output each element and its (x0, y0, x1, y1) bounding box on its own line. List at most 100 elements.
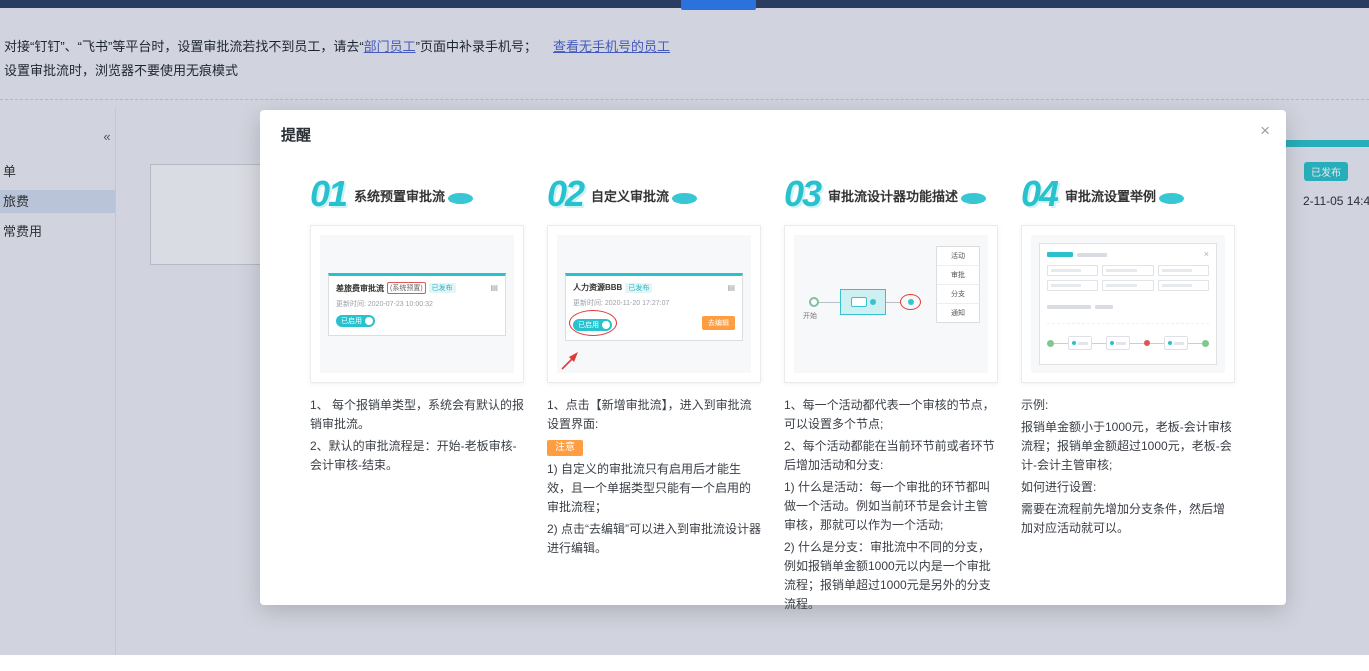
mini-close-icon: × (1203, 249, 1209, 259)
card-2-header: 02 自定义审批流 (547, 173, 761, 214)
note-badge: 注意 (547, 440, 583, 456)
mini-edit-button: 去编辑 (702, 316, 735, 330)
mini-approval-list-card: 人力资源BBB 已发布 ▤ 更新时间: 2020-11-20 17:27:07 … (565, 273, 743, 341)
mini-updated-time: 更新时间: 2020-11-20 17:27:07 (573, 300, 670, 307)
teal-blob-decoration (961, 193, 987, 204)
card-4-header: 04 审批流设置举例 (1021, 173, 1235, 214)
mini-settings-header: × (1047, 250, 1209, 259)
card-2-number: 02 (547, 173, 585, 214)
mini-flow-chart (1047, 323, 1209, 350)
mini-input-field (1102, 265, 1154, 276)
mini-input-field (1157, 265, 1209, 276)
flow-end-dot (1202, 339, 1209, 347)
card-2-title: 自定义审批流 (591, 189, 670, 204)
card-2-text: 1、点击【新增审批流】，进入到审批流设置界面: 注意 1) 自定义的审批流只有启… (547, 396, 761, 558)
connector-line (886, 302, 901, 303)
mini-published-badge: 已发布 (428, 283, 456, 293)
card-1-paragraph: 2、默认的审批流程是：开始-老板审核-会计审核-结束。 (310, 439, 517, 472)
card-4-text: 示例: 报销单金额小于1000元，老板-会计审核流程；报销单金额超过1000元，… (1021, 396, 1235, 538)
red-highlight-ring (900, 294, 921, 310)
bottom-strip (0, 655, 1369, 671)
mini-input-field (1047, 265, 1099, 276)
mini-title-bar (1047, 252, 1073, 257)
mini-flow-name: 差旅费审批流 (336, 283, 384, 293)
tutorial-card-3: 03 审批流设计器功能描述 开始 活动 审批 分支 通知 1、每一个活动都代表一… (784, 173, 998, 617)
mini-row-title: 人力资源BBB 已发布 ▤ (573, 282, 735, 293)
card-1-title: 系统预置审批流 (354, 189, 446, 204)
palette-item-branch: 分支 (937, 285, 979, 304)
card-4-paragraph: 示例: (1021, 398, 1049, 412)
teal-blob-decoration (448, 193, 474, 204)
card-3-header: 03 审批流设计器功能描述 (784, 173, 998, 214)
dialog-header: 提醒 × (260, 110, 1286, 151)
selected-activity-box (840, 289, 886, 315)
mini-toggle-label: 已启用 (341, 318, 362, 325)
mini-updated-time: 更新时间: 2020-07-23 10:00:32 (336, 301, 433, 308)
card-4-paragraph: 报销单金额小于1000元，老板-会计审核流程；报销单金额超过1000元，老板-会… (1021, 420, 1232, 472)
mini-toggle-wrap: 已启用 (569, 310, 617, 336)
close-icon[interactable]: × (1260, 122, 1270, 139)
card-1-number: 01 (310, 173, 348, 214)
red-highlight-ring (569, 310, 617, 336)
card-3-screenshot: 开始 活动 审批 分支 通知 (784, 225, 998, 383)
card-1-text: 1、 每个报销单类型，系统会有默认的报销审批流。 2、默认的审批流程是：开始-老… (310, 396, 524, 475)
mini-input-field (1047, 280, 1099, 291)
toggle-knob-icon (365, 317, 373, 325)
card-4-paragraph: 如何进行设置: (1021, 480, 1097, 494)
tutorial-card-2: 02 自定义审批流 人力资源BBB 已发布 ▤ 更新时间: 2020-11-20… (547, 173, 761, 617)
skeleton-bar (1077, 252, 1107, 257)
flow-node-box (1068, 336, 1092, 350)
node-dot-icon (869, 299, 876, 305)
card-2-paragraph: 1) 自定义的审批流只有启用后才能生效，且一个单据类型只能有一个启用的审批流程； (547, 462, 752, 514)
card-3-number: 03 (784, 173, 822, 214)
mini-input-field (1157, 280, 1209, 291)
mini-published-badge: 已发布 (625, 282, 653, 293)
flow-designer-canvas: 开始 活动 审批 分支 通知 (794, 235, 988, 373)
designer-palette: 活动 审批 分支 通知 (936, 246, 980, 323)
start-node-label: 开始 (803, 313, 817, 320)
palette-item-activity: 活动 (937, 247, 979, 266)
flow-line (1054, 342, 1068, 344)
card-3-paragraph: 2、每个活动都能在当前环节前或者环节后增加活动和分支: (784, 439, 995, 472)
mini-input-field (1102, 280, 1154, 291)
card-3-title: 审批流设计器功能描述 (828, 189, 959, 204)
mini-settings-window: × (1039, 243, 1217, 365)
flow-line (1188, 342, 1202, 344)
node-dot-icon (907, 299, 914, 305)
flow-line (1092, 342, 1106, 344)
card-4-number: 04 (1021, 173, 1059, 214)
mini-form-grid (1047, 265, 1209, 291)
card-4-screenshot: × (1021, 225, 1235, 383)
start-node-icon (809, 297, 819, 307)
palette-item-notify: 通知 (951, 310, 965, 317)
dialog-title: 提醒 (281, 127, 312, 144)
connector-line (819, 302, 840, 303)
card-2-intro: 1、点击【新增审批流】，进入到审批流设置界面: (547, 398, 752, 431)
mini-preset-tag-highlighted: (系统预置) (387, 282, 426, 294)
card-4-paragraph: 需要在流程前先增加分支条件，然后增加对应活动就可以。 (1021, 502, 1226, 535)
red-arrow-icon (561, 352, 578, 370)
card-1-paragraph: 1、 每个报销单类型，系统会有默认的报销审批流。 (310, 398, 525, 431)
card-1-header: 01 系统预置审批流 (310, 173, 524, 214)
skeleton-bar (1047, 305, 1091, 309)
flow-node-box (1106, 336, 1130, 350)
mini-row-title: 差旅费审批流 (系统预置) 已发布 ▤ (336, 282, 498, 294)
card-2-screenshot: 人力资源BBB 已发布 ▤ 更新时间: 2020-11-20 17:27:07 … (547, 225, 761, 383)
card-3-paragraph: 1) 什么是活动：每一个审批的环节都叫做一个活动。例如当前环节是会计主管审核，那… (784, 480, 991, 532)
card-1-screenshot-canvas: 差旅费审批流 (系统预置) 已发布 ▤ 更新时间: 2020-07-23 10:… (320, 235, 514, 373)
flow-start-dot (1047, 339, 1054, 347)
card-3-paragraph: 2) 什么是分支：审批流中不同的分支，例如报销单金额1000元以内是一个审批流程… (784, 540, 991, 611)
skeleton-bar (1095, 305, 1114, 309)
card-4-screenshot-canvas: × (1031, 235, 1225, 373)
activity-node-icon (850, 297, 867, 307)
teal-blob-decoration (672, 193, 698, 204)
dialog-body: 01 系统预置审批流 差旅费审批流 (系统预置) 已发布 ▤ 更新时间: 202… (260, 151, 1286, 617)
card-2-screenshot-canvas: 人力资源BBB 已发布 ▤ 更新时间: 2020-11-20 17:27:07 … (557, 235, 751, 373)
mini-menu-icon: ▤ (727, 282, 735, 292)
card-2-paragraph: 2) 点击“去编辑”可以进入到审批流设计器进行编辑。 (547, 522, 761, 555)
tutorial-card-4: 04 审批流设置举例 × 示例: 报销单金额小于1000元，老板-会计审核流程；… (1021, 173, 1235, 617)
tutorial-card-1: 01 系统预置审批流 差旅费审批流 (系统预置) 已发布 ▤ 更新时间: 202… (310, 173, 524, 617)
mini-approval-list-card: 差旅费审批流 (系统预置) 已发布 ▤ 更新时间: 2020-07-23 10:… (328, 273, 506, 336)
card-4-title: 审批流设置举例 (1065, 189, 1157, 204)
card-1-screenshot: 差旅费审批流 (系统预置) 已发布 ▤ 更新时间: 2020-07-23 10:… (310, 225, 524, 383)
